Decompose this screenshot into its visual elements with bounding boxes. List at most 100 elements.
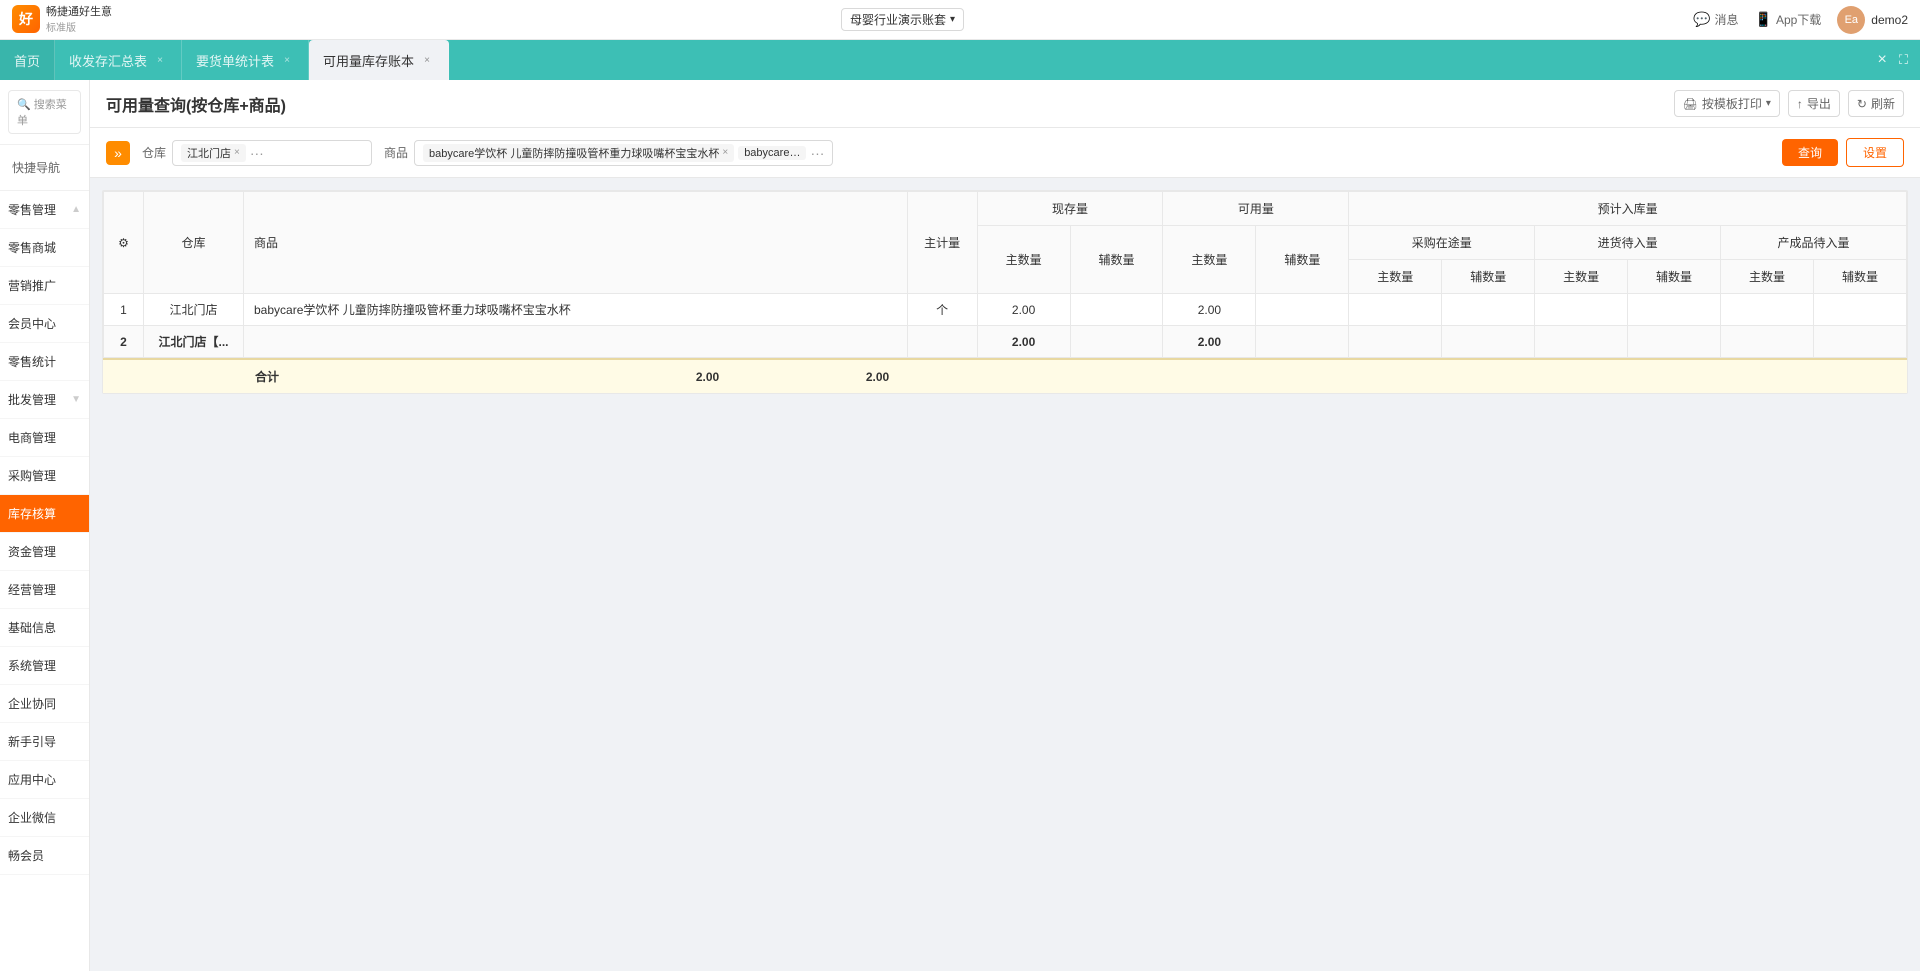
row1-num: 1 — [104, 294, 144, 326]
sidebar-item-wholesale-arrow: ▼ — [71, 394, 81, 405]
tab-bar-actions: × ⛶ — [1874, 40, 1920, 80]
th-stock-main: 主数量 — [977, 226, 1070, 294]
warehouse-input[interactable]: 江北门店 × ··· — [172, 140, 372, 166]
sidebar-item-ecommerce[interactable]: 电商管理 — [0, 419, 89, 457]
toggle-icon: » — [114, 145, 122, 161]
table-row: 2 江北门店【... 2.00 2.00 — [104, 326, 1907, 358]
tab-available[interactable]: 可用量库存账本 × — [309, 40, 449, 80]
warehouse-tag: 江北门店 × — [181, 144, 246, 162]
print-btn[interactable]: 🖨 按模板打印 ▾ — [1674, 90, 1780, 117]
sidebar-item-enterprise[interactable]: 企业协同 — [0, 685, 89, 723]
sidebar-item-system-label: 系统管理 — [8, 657, 56, 674]
sidebar-search-btn[interactable]: 🔍 搜索菜单 — [8, 90, 81, 134]
warehouse-more-btn[interactable]: ··· — [250, 145, 264, 161]
logo-text-block: 畅捷通好生意 标准版 — [46, 5, 112, 34]
export-btn[interactable]: ↑ 导出 — [1788, 90, 1840, 117]
tab-inout[interactable]: 收发存汇总表 × — [55, 40, 182, 80]
sidebar-item-newbie-label: 新手引导 — [8, 733, 56, 750]
warehouse-tag-close[interactable]: × — [234, 147, 240, 158]
sidebar-item-marketing[interactable]: 营销推广 — [0, 267, 89, 305]
product-input[interactable]: babycare学饮杯 儿童防摔防撞吸管杯重力球吸嘴杯宝宝水杯 × babyca… — [414, 140, 833, 166]
gear-icon[interactable]: ⚙ — [118, 236, 129, 250]
product-tag1-close[interactable]: × — [722, 147, 728, 158]
sidebar-item-finance[interactable]: 资金管理 — [0, 533, 89, 571]
sidebar-item-wholesale[interactable]: 批发管理 ▼ — [0, 381, 89, 419]
page-title: 可用量查询(按仓库+商品) — [106, 92, 286, 126]
query-btn[interactable]: 查询 — [1782, 139, 1838, 166]
sidebar-item-retail-mall[interactable]: 零售商城 — [0, 229, 89, 267]
sidebar-item-basic-label: 基础信息 — [8, 619, 56, 636]
tab-available-close[interactable]: × — [420, 53, 434, 67]
sidebar-menu: 零售管理 ▲ 零售商城 营销推广 会员中心 零售统计 批发管理 ▼ 电商管理 — [0, 191, 89, 875]
th-settings: ⚙ — [104, 192, 144, 294]
product-tag1: babycare学饮杯 儿童防摔防撞吸管杯重力球吸嘴杯宝宝水杯 × — [423, 144, 734, 162]
sidebar-item-ecommerce-label: 电商管理 — [8, 429, 56, 446]
row1-arrival-sub — [1628, 294, 1721, 326]
user-area[interactable]: Ea demo2 — [1837, 6, 1908, 34]
table-area: ⚙ 仓库 商品 主计量 现存量 可用量 预计入库量 主数量 — [90, 178, 1920, 971]
table-footer: 合计 2.00 2.00 — [103, 358, 1907, 393]
tab-fullscreen-btn[interactable]: ⛶ — [1895, 48, 1912, 72]
footer-avail-main: 2.00 — [835, 370, 920, 384]
tab-available-label: 可用量库存账本 — [323, 51, 414, 70]
row2-stock-main: 2.00 — [977, 326, 1070, 358]
th-purchase-group: 采购在途量 — [1349, 226, 1535, 260]
row2-arrival-main — [1535, 326, 1628, 358]
settings-btn[interactable]: 设置 — [1846, 138, 1904, 167]
sidebar-item-retail[interactable]: 零售管理 ▲ — [0, 191, 89, 229]
chevron-down-icon: ▾ — [950, 14, 955, 25]
main-layout: 🔍 搜索菜单 快捷导航 零售管理 ▲ 零售商城 营销推广 会员中心 零售统计 — [0, 80, 1920, 971]
sidebar: 🔍 搜索菜单 快捷导航 零售管理 ▲ 零售商城 营销推广 会员中心 零售统计 — [0, 80, 90, 971]
th-warehouse: 仓库 — [144, 192, 244, 294]
sidebar-item-inventory[interactable]: 库存核算 — [0, 495, 89, 533]
filter-area: » 仓库 江北门店 × ··· 商品 babycare学饮杯 儿童防摔防撞吸管杯… — [90, 128, 1920, 178]
tab-inout-close[interactable]: × — [153, 53, 167, 67]
message-label: 消息 — [1714, 11, 1738, 28]
filter-toggle-btn[interactable]: » — [106, 141, 130, 165]
filter-actions: 查询 设置 — [1782, 138, 1904, 167]
sidebar-item-purchase[interactable]: 采购管理 — [0, 457, 89, 495]
sidebar-quicknav-item[interactable]: 快捷导航 — [0, 151, 89, 184]
sidebar-item-wechat[interactable]: 企业微信 — [0, 799, 89, 837]
warehouse-label: 仓库 — [142, 144, 166, 161]
row1-warehouse: 江北门店 — [144, 294, 244, 326]
app-download-btn[interactable]: 📱 App下载 — [1755, 11, 1822, 28]
sidebar-item-member[interactable]: 会员中心 — [0, 305, 89, 343]
sidebar-item-system[interactable]: 系统管理 — [0, 647, 89, 685]
refresh-btn[interactable]: ↻ 刷新 — [1848, 90, 1904, 117]
sidebar-item-appstore[interactable]: 应用中心 — [0, 761, 89, 799]
tab-demand[interactable]: 要货单统计表 × — [182, 40, 309, 80]
sidebar-item-retail-stat[interactable]: 零售统计 — [0, 343, 89, 381]
row2-avail-sub — [1256, 326, 1349, 358]
th-arrival-group: 进货待入量 — [1535, 226, 1721, 260]
logo-area: 好 畅捷通好生意 标准版 — [12, 5, 112, 34]
message-btn[interactable]: 💬 消息 — [1693, 11, 1738, 28]
tab-demand-label: 要货单统计表 — [196, 51, 274, 70]
th-production-sub: 辅数量 — [1813, 260, 1906, 294]
sidebar-item-retail-label: 零售管理 — [8, 201, 56, 218]
tab-home[interactable]: 首页 — [0, 40, 55, 80]
product-more-btn[interactable]: ··· — [810, 145, 824, 161]
app-edition: 标准版 — [46, 19, 112, 34]
table-wrapper: ⚙ 仓库 商品 主计量 现存量 可用量 预计入库量 主数量 — [102, 190, 1908, 394]
row2-num: 2 — [104, 326, 144, 358]
product-tag2-text: babycare… — [744, 147, 800, 159]
export-label: 导出 — [1807, 95, 1831, 112]
th-product: 商品 — [244, 192, 908, 294]
app-name: 畅捷通好生意 — [46, 5, 112, 19]
th-production-main: 主数量 — [1721, 260, 1814, 294]
sidebar-item-vip[interactable]: 畅会员 — [0, 837, 89, 875]
table-row: 1 江北门店 babycare学饮杯 儿童防摔防撞吸管杯重力球吸嘴杯宝宝水杯 个… — [104, 294, 1907, 326]
sidebar-item-wechat-label: 企业微信 — [8, 809, 56, 826]
sidebar-item-newbie[interactable]: 新手引导 — [0, 723, 89, 761]
industry-selector[interactable]: 母婴行业演示账套 ▾ — [841, 8, 964, 31]
tab-close-all-btn[interactable]: × — [1874, 47, 1891, 73]
warehouse-filter: 仓库 江北门店 × ··· — [142, 140, 372, 166]
row2-purchase-sub — [1442, 326, 1535, 358]
sidebar-item-basic[interactable]: 基础信息 — [0, 609, 89, 647]
user-name: demo2 — [1871, 13, 1908, 27]
tab-demand-close[interactable]: × — [280, 53, 294, 67]
th-arrival-sub: 辅数量 — [1628, 260, 1721, 294]
sidebar-item-marketing-label: 营销推广 — [8, 277, 56, 294]
sidebar-item-operation[interactable]: 经营管理 — [0, 571, 89, 609]
